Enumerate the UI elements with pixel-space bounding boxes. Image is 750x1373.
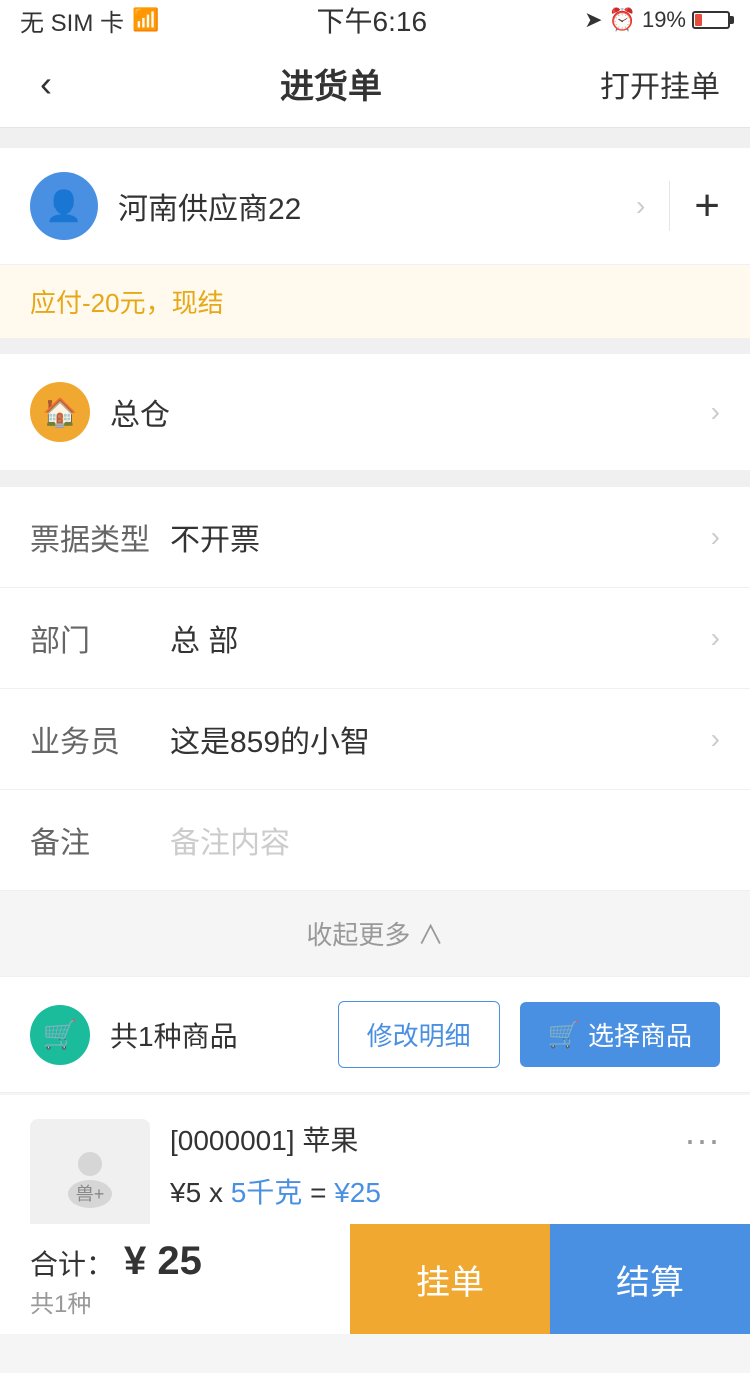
product-info: [0000001] 苹果 ¥5 x 5千克 = ¥25 [170,1119,684,1211]
svg-text:兽+: 兽+ [76,1184,105,1204]
supplier-chevron[interactable]: › [636,190,645,222]
dept-label: 部门 [30,616,170,660]
hang-button[interactable]: 挂单 [350,1224,550,1334]
field-invoice-row[interactable]: 票据类型 不开票 › [0,487,750,588]
vertical-divider [669,181,670,231]
remark-row[interactable]: 备注 备注内容 [0,790,750,891]
product-thumb-logo: 兽+ [55,1144,125,1214]
top-divider [0,128,750,148]
warehouse-chevron: › [711,396,720,428]
warehouse-row[interactable]: 🏠 总仓 › [0,354,750,471]
warehouse-name: 总仓 [110,390,711,434]
product-header: 🛒 共1种商品 修改明细 🛒 选择商品 [0,976,750,1093]
line-total: ¥25 [334,1177,381,1208]
divider-1 [0,338,750,354]
cart-icon: 🛒 [43,1018,78,1051]
edit-detail-button[interactable]: 修改明细 [338,1001,500,1068]
open-hang-button[interactable]: 打开挂单 [600,62,720,106]
status-time: 下午6:16 [317,0,428,40]
quantity: 5千克 [231,1177,303,1208]
warehouse-icon: 🏠 [30,382,90,442]
field-staff-row[interactable]: 业务员 这是859的小智 › [0,689,750,790]
nav-bar: ‹ 进货单 打开挂单 [0,40,750,128]
select-icon: 🛒 [548,1019,580,1050]
notice-bar: 应付-20元，现结 [0,265,750,338]
settle-button[interactable]: 结算 [550,1224,750,1334]
unit-price: ¥5 [170,1177,201,1208]
notice-text: 应付-20元，现结 [30,288,224,318]
battery-text: 19% [642,7,686,33]
product-count: 共1种商品 [110,1015,318,1055]
total-sub: 共1种 [30,1284,320,1319]
staff-label: 业务员 [30,717,170,761]
status-bar: 无 SIM 卡 📶 下午6:16 ➤ ⏰ 19% [0,0,750,40]
page-title: 进货单 [280,59,382,108]
status-right: ➤ ⏰ 19% [584,7,730,33]
field-dept-row[interactable]: 部门 总 部 › [0,588,750,689]
product-thumbnail: 兽+ [30,1119,150,1239]
invoice-chevron: › [711,521,720,553]
total-label: 合计： [30,1243,114,1283]
total-amount: ¥ 25 [124,1239,202,1284]
invoice-label: 票据类型 [30,515,170,559]
footer: 合计： ¥ 25 共1种 挂单 结算 [0,1224,750,1334]
carrier-text: 无 SIM 卡 [20,3,124,38]
divider-2 [0,471,750,487]
remark-label: 备注 [30,818,170,862]
select-product-button[interactable]: 🛒 选择商品 [520,1002,720,1067]
dept-value: 总 部 [170,616,711,660]
collapse-text: 收起更多 ∧ [306,920,443,950]
supplier-name: 河南供应商22 [118,184,636,228]
product-more-button[interactable]: ··· [684,1119,720,1161]
staff-value: 这是859的小智 [170,717,711,761]
back-button[interactable]: ‹ [30,53,62,115]
supplier-section: 👤 河南供应商22 › + [0,148,750,265]
battery-icon [692,11,730,29]
collapse-bar[interactable]: 收起更多 ∧ [0,891,750,976]
alarm-icon: ⏰ [609,7,636,33]
remark-input[interactable]: 备注内容 [170,818,720,862]
status-left: 无 SIM 卡 📶 [20,3,159,38]
product-title: [0000001] 苹果 [170,1119,684,1159]
add-supplier-button[interactable]: + [694,181,720,231]
wifi-icon: 📶 [132,7,159,33]
dept-chevron: › [711,622,720,654]
product-code: [0000001] [170,1125,295,1156]
footer-total: 合计： ¥ 25 共1种 [0,1239,350,1319]
supplier-avatar: 👤 [30,172,98,240]
invoice-value: 不开票 [170,515,711,559]
product-section-icon: 🛒 [30,1005,90,1065]
staff-chevron: › [711,723,720,755]
location-icon: ➤ [584,7,602,33]
product-name: 苹果 [302,1125,358,1156]
product-price-row: ¥5 x 5千克 = ¥25 [170,1171,684,1211]
avatar-icon: 👤 [45,189,82,224]
